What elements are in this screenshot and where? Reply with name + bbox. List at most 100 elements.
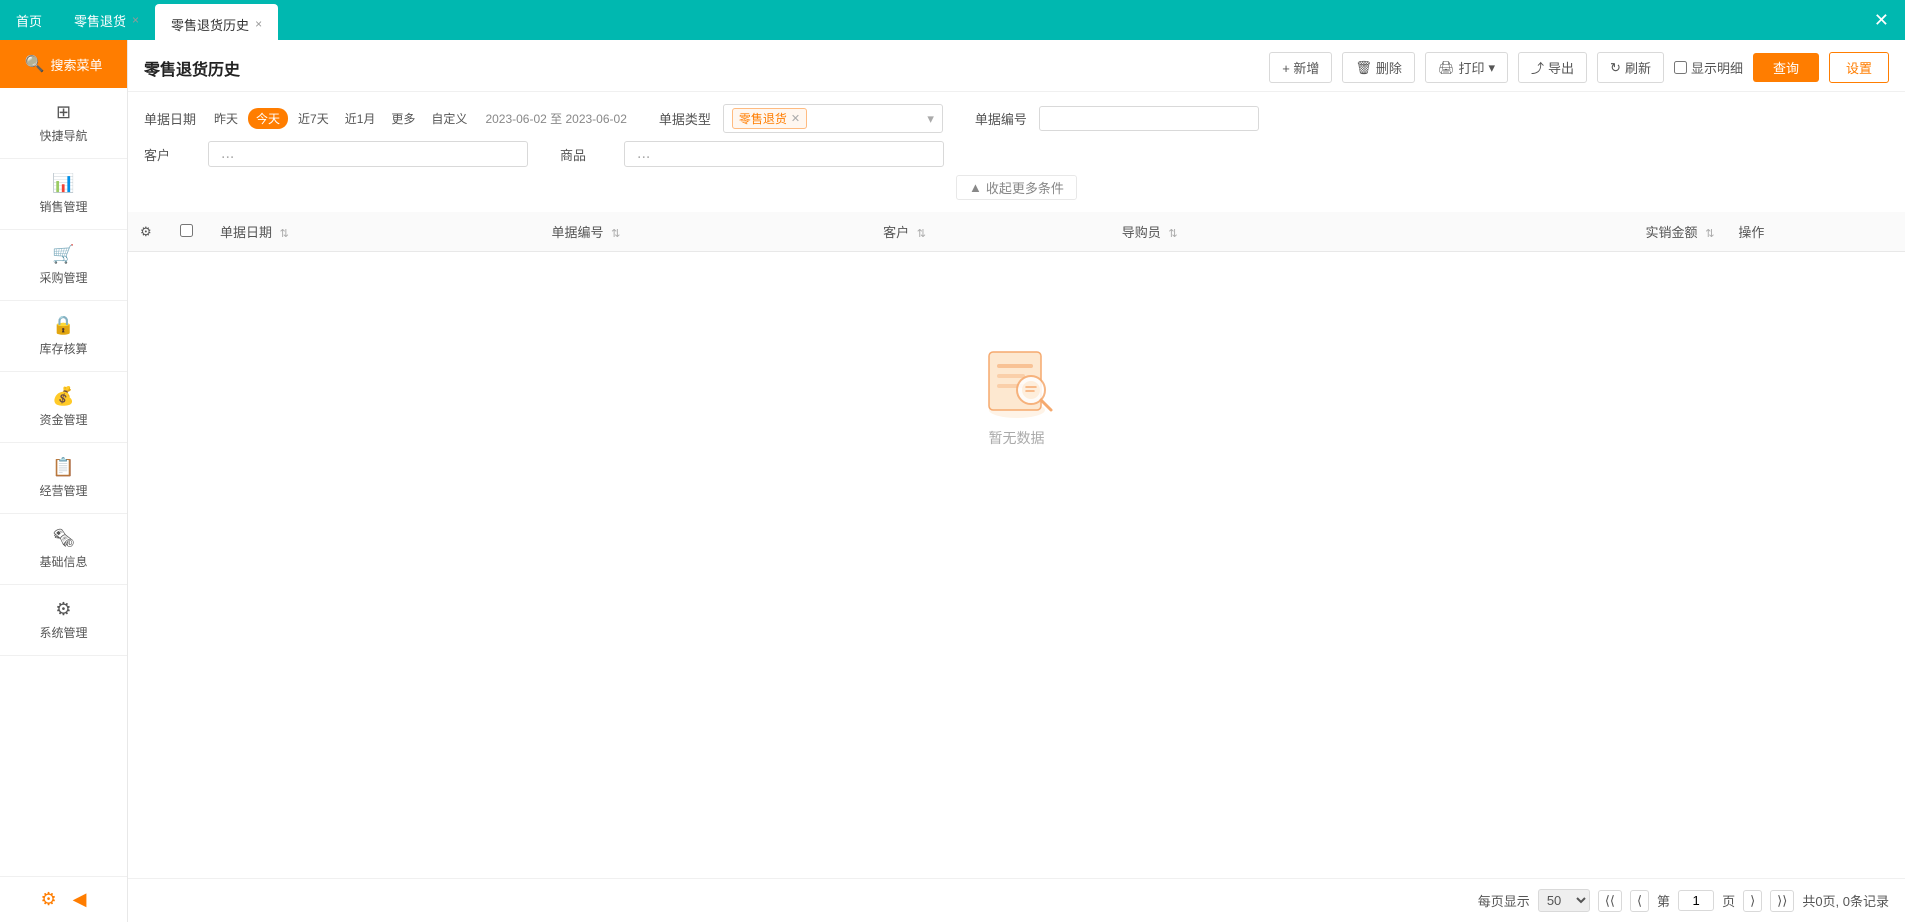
tab-retail-return-history[interactable]: 零售退货历史 ×: [155, 4, 278, 44]
tab-home-label: 首页: [16, 11, 42, 30]
top-bar-right: ✕: [1874, 10, 1905, 31]
sidebar-item-sys-mgmt[interactable]: ⚙ 系统管理: [0, 585, 127, 656]
date-range-display: 2023-06-02 至 2023-06-02: [485, 110, 626, 127]
customer-select[interactable]: ...: [208, 141, 528, 167]
export-button-label: 导出: [1548, 58, 1574, 77]
col-guide[interactable]: 导购员 ⇅: [1110, 212, 1395, 252]
col-customer[interactable]: 客户 ⇅: [871, 212, 1110, 252]
col-check[interactable]: [168, 212, 208, 252]
new-button[interactable]: + 新增: [1269, 52, 1332, 83]
data-table: ⚙ 单据日期 ⇅ 单据编号 ⇅: [128, 212, 1905, 252]
col-guide-sort-icon: ⇅: [1168, 228, 1177, 240]
date-filter: 单据日期 昨天 今天 近7天 近1月 更多 自定义 2023-06-02 至 2…: [144, 108, 627, 129]
col-guide-label: 导购员: [1122, 225, 1161, 240]
window-close-button[interactable]: ✕: [1874, 10, 1889, 31]
goods-select[interactable]: ...: [624, 141, 944, 167]
select-all-checkbox[interactable]: [180, 224, 193, 237]
col-date-label: 单据日期: [220, 225, 272, 240]
col-doc-no[interactable]: 单据编号 ⇅: [540, 212, 872, 252]
page-last-button[interactable]: ⟩⟩: [1770, 890, 1794, 912]
query-button[interactable]: 查询: [1753, 53, 1819, 82]
page-number-input[interactable]: [1678, 890, 1714, 911]
page-label: 第: [1657, 891, 1670, 910]
sys-mgmt-icon: ⚙: [55, 599, 71, 620]
tab-home[interactable]: 首页: [0, 0, 58, 40]
sidebar-item-basic-info[interactable]: 🗞 基础信息: [0, 514, 127, 585]
page-first-button[interactable]: ⟨⟨: [1598, 890, 1622, 912]
per-page-select[interactable]: 50 10 20 100: [1538, 889, 1590, 912]
sidebar-search[interactable]: 🔍 搜索菜单: [0, 40, 127, 88]
sidebar-item-sys-mgmt-label: 系统管理: [39, 624, 87, 641]
doc-no-input[interactable]: [1039, 106, 1259, 131]
settings-icon: ⚙: [140, 224, 152, 239]
new-button-label: + 新增: [1282, 58, 1319, 77]
table-area: ⚙ 单据日期 ⇅ 单据编号 ⇅: [128, 212, 1905, 878]
setting-button-label: 设置: [1846, 61, 1872, 76]
collapse-button[interactable]: ▲ 收起更多条件: [956, 175, 1077, 200]
quick-nav-icon: ⊞: [56, 102, 71, 123]
basic-info-icon: 🗞: [52, 528, 75, 549]
doc-type-dropdown-icon: ▾: [927, 111, 934, 127]
display-toggle-checkbox[interactable]: [1674, 61, 1687, 74]
pagination: 每页显示 50 10 20 100 ⟨⟨ ⟨ 第 页 ⟩ ⟩⟩ 共0页, 0条记…: [128, 878, 1905, 922]
refresh-button-label: 刷新: [1625, 58, 1651, 77]
sidebar-item-basic-info-label: 基础信息: [39, 553, 87, 570]
doc-type-tag: 零售退货 ✕: [732, 108, 807, 129]
sidebar-gear-button[interactable]: ⚙: [41, 889, 57, 910]
date-opt-yesterday[interactable]: 昨天: [208, 108, 244, 129]
setting-button[interactable]: 设置: [1829, 52, 1889, 83]
col-action-label: 操作: [1738, 225, 1764, 240]
sidebar: 🔍 搜索菜单 ⊞ 快捷导航 📊 销售管理 🛒 采购管理 🔒 库存核算 💰 资金管…: [0, 40, 128, 922]
export-button[interactable]: ⤴ 导出: [1518, 52, 1587, 83]
sidebar-item-sales-mgmt[interactable]: 📊 销售管理: [0, 159, 127, 230]
page-suffix: 页: [1722, 891, 1735, 910]
sidebar-item-quick-nav[interactable]: ⊞ 快捷导航: [0, 88, 127, 159]
customer-filter: 客户 ...: [144, 141, 528, 167]
tab-retail-return-history-close[interactable]: ×: [255, 17, 262, 31]
filter-row-1: 单据日期 昨天 今天 近7天 近1月 更多 自定义 2023-06-02 至 2…: [144, 104, 1889, 133]
table-header: ⚙ 单据日期 ⇅ 单据编号 ⇅: [128, 212, 1905, 252]
date-opt-1month[interactable]: 近1月: [339, 108, 382, 129]
col-settings[interactable]: ⚙: [128, 212, 168, 252]
tab-retail-return[interactable]: 零售退货 ×: [58, 0, 155, 40]
col-amount[interactable]: 实销金额 ⇅: [1395, 212, 1727, 252]
page-next-button[interactable]: ⟩: [1743, 890, 1762, 912]
col-customer-sort-icon: ⇅: [917, 228, 926, 240]
sidebar-search-label: 搜索菜单: [50, 55, 102, 74]
sidebar-item-finance-label: 资金管理: [39, 411, 87, 428]
tab-retail-return-close[interactable]: ×: [132, 13, 139, 27]
col-doc-no-sort-icon: ⇅: [611, 228, 620, 240]
sidebar-collapse-button[interactable]: ◀: [73, 889, 87, 910]
sidebar-item-ops-mgmt[interactable]: 📋 经营管理: [0, 443, 127, 514]
sidebar-item-finance[interactable]: 💰 资金管理: [0, 372, 127, 443]
collapse-row: ▲ 收起更多条件: [144, 175, 1889, 200]
sales-mgmt-icon: 📊: [52, 173, 74, 194]
date-options: 昨天 今天 近7天 近1月 更多 自定义: [208, 108, 473, 129]
sidebar-item-quick-nav-label: 快捷导航: [39, 127, 87, 144]
doc-type-select[interactable]: 零售退货 ✕ ▾: [723, 104, 943, 133]
doc-type-remove[interactable]: ✕: [791, 112, 800, 125]
page-prev-button[interactable]: ⟨: [1630, 890, 1649, 912]
tab-retail-return-label: 零售退货: [74, 11, 126, 30]
delete-icon: 🗑: [1355, 60, 1372, 76]
top-bar: 首页 零售退货 × 零售退货历史 × ✕: [0, 0, 1905, 40]
sidebar-item-inventory-label: 库存核算: [39, 340, 87, 357]
refresh-button[interactable]: ↻ 刷新: [1597, 52, 1664, 83]
doc-type-tag-value: 零售退货: [739, 110, 787, 127]
delete-button-label: 删除: [1376, 58, 1402, 77]
date-opt-today[interactable]: 今天: [248, 108, 288, 129]
sidebar-item-purchase-mgmt[interactable]: 🛒 采购管理: [0, 230, 127, 301]
pagination-total: 共0页, 0条记录: [1802, 891, 1889, 910]
tab-retail-return-history-label: 零售退货历史: [171, 15, 249, 34]
sidebar-item-inventory[interactable]: 🔒 库存核算: [0, 301, 127, 372]
print-button[interactable]: 🖨 打印 ▾: [1425, 52, 1508, 83]
date-opt-more[interactable]: 更多: [385, 108, 421, 129]
doc-no-filter: 单据编号: [975, 106, 1259, 131]
customer-label: 客户: [144, 145, 200, 164]
delete-button[interactable]: 🗑 删除: [1342, 52, 1415, 83]
col-amount-label: 实销金额: [1646, 225, 1698, 240]
date-opt-7days[interactable]: 近7天: [292, 108, 335, 129]
search-icon: 🔍: [25, 54, 45, 74]
date-opt-custom[interactable]: 自定义: [425, 108, 473, 129]
col-date[interactable]: 单据日期 ⇅: [208, 212, 540, 252]
